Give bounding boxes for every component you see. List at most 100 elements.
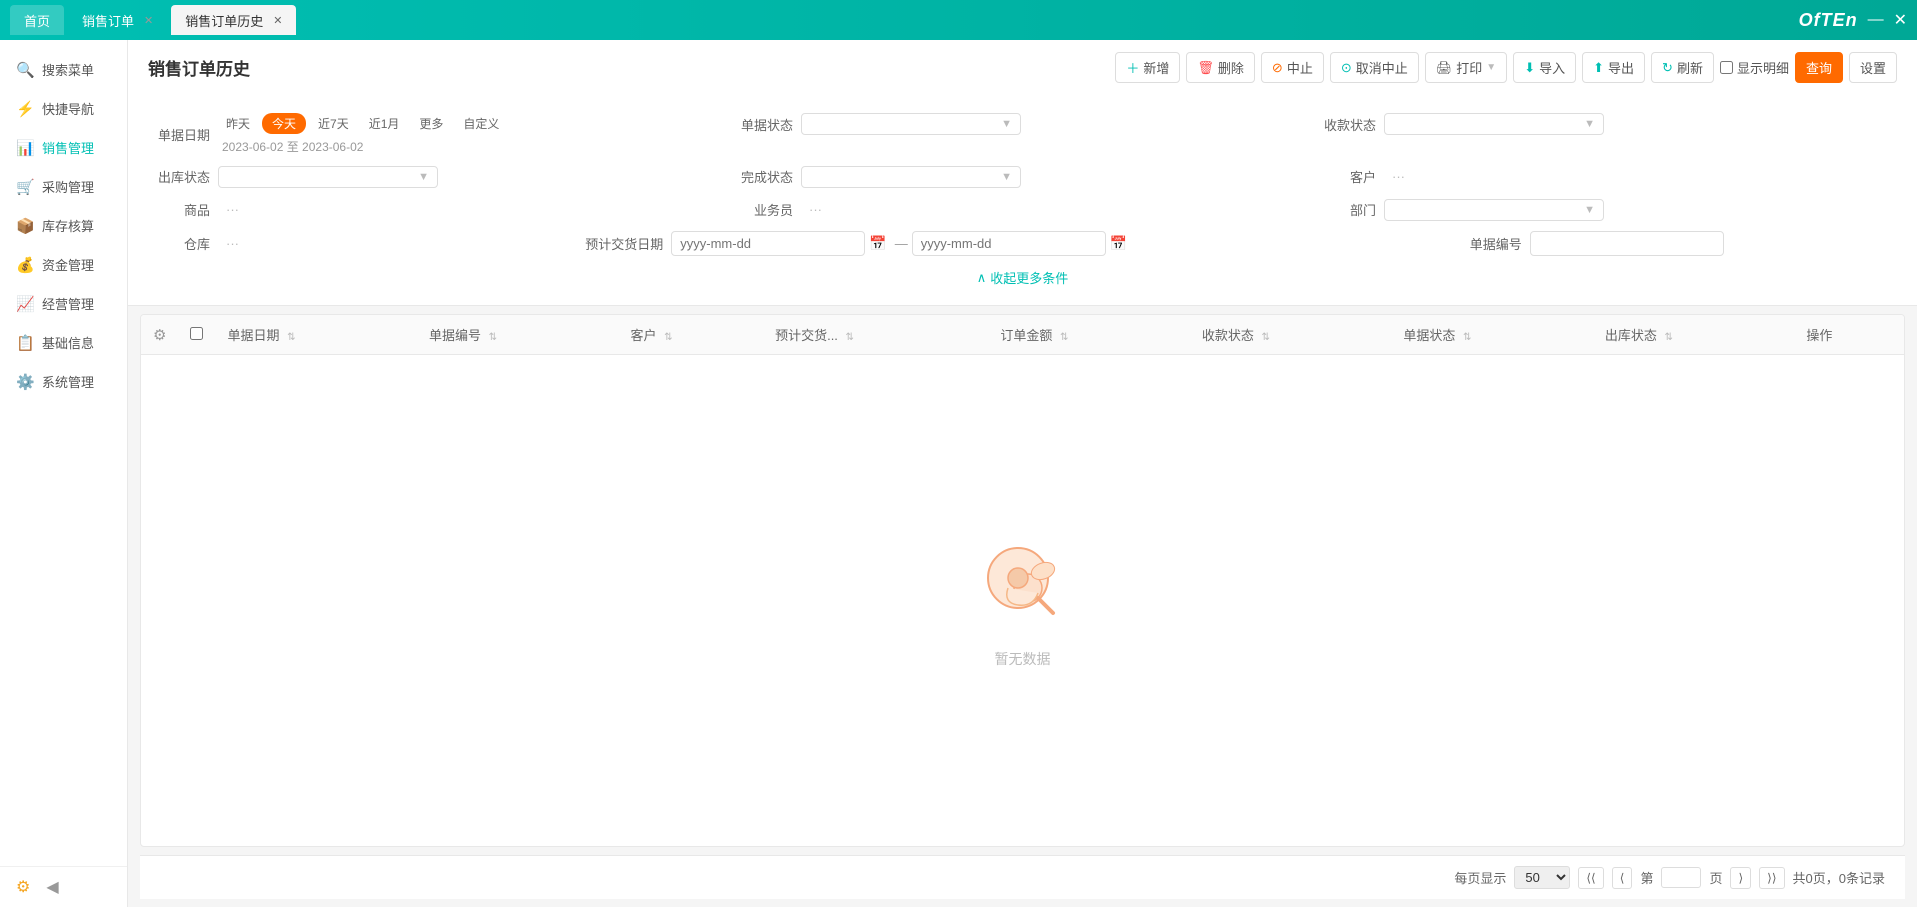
content-area: 销售订单历史 ＋ 新增 🗑 删除 ⊘ 中止 ⊙ (128, 40, 1917, 907)
sidebar-settings-icon[interactable]: ⚙ (16, 877, 30, 897)
tab-sales-order-close[interactable]: ✕ (144, 14, 153, 27)
out-status-select[interactable]: ▼ (218, 166, 438, 188)
window-close-btn[interactable]: ✕ (1894, 10, 1907, 30)
window-minimize-btn[interactable]: — (1868, 11, 1884, 29)
out-status-arrow: ▼ (418, 171, 429, 183)
sort-customer-icon[interactable]: ⇅ (664, 332, 672, 343)
th-customer: 客户 ⇅ (618, 315, 763, 355)
warehouse-more-btn[interactable]: ··· (218, 232, 247, 255)
sidebar-collapse-icon[interactable]: ◀ (46, 877, 58, 897)
sort-bill-icon[interactable]: ⇅ (1463, 332, 1471, 343)
display-toggle[interactable]: 显示明细 (1720, 58, 1789, 77)
th-no: 单据编号 ⇅ (417, 315, 619, 355)
bill-no-input[interactable] (1530, 231, 1724, 256)
sort-amount-icon[interactable]: ⇅ (1060, 332, 1068, 343)
sidebar-item-quick-nav[interactable]: ⚡ 快捷导航 (0, 89, 127, 128)
sort-date-icon[interactable]: ⇅ (287, 332, 295, 343)
tab-home-label: 首页 (24, 11, 50, 30)
sidebar-item-base[interactable]: 📋 基础信息 (0, 323, 127, 362)
table-settings-icon[interactable]: ⚙ (153, 327, 166, 344)
page-title-row: 销售订单历史 ＋ 新增 🗑 删除 ⊘ 中止 ⊙ (128, 40, 1917, 91)
bill-status-select[interactable]: ▼ (801, 113, 1021, 135)
sort-out-icon[interactable]: ⇅ (1665, 332, 1673, 343)
refresh-btn[interactable]: ↻ 刷新 (1651, 52, 1714, 83)
delivery-date-start[interactable] (671, 231, 865, 256)
filter-complete-status-cell: 完成状态 ▼ (731, 166, 1314, 188)
filter-goods-cell: 商品 ··· (148, 198, 731, 221)
print-btn[interactable]: 🖨 打印 ▼ (1425, 52, 1507, 83)
delivery-date-end[interactable] (912, 231, 1106, 256)
th-customer-label: 客户 (630, 328, 656, 343)
tab-sales-order-history[interactable]: 销售订单历史 ✕ (171, 5, 296, 35)
date-btn-more[interactable]: 更多 (411, 113, 451, 134)
display-toggle-checkbox[interactable] (1720, 61, 1733, 74)
th-bill: 单据状态 ⇅ (1391, 315, 1593, 355)
import-btn[interactable]: ⬇ 导入 (1513, 52, 1576, 83)
select-all-checkbox[interactable] (190, 327, 203, 340)
th-no-label: 单据编号 (429, 328, 481, 343)
sidebar-item-base-label: 基础信息 (42, 333, 94, 352)
sort-receipt-icon[interactable]: ⇅ (1261, 332, 1269, 343)
sidebar-item-inventory[interactable]: 📦 库存核算 (0, 206, 127, 245)
sort-no-icon[interactable]: ⇅ (489, 332, 497, 343)
collapse-bar[interactable]: ∧ 收起更多条件 (148, 262, 1897, 295)
sort-delivery-icon[interactable]: ⇅ (846, 332, 854, 343)
th-settings: ⚙ (141, 315, 178, 355)
date-btn-custom[interactable]: 自定义 (455, 113, 507, 134)
filter-out-status-cell: 出库状态 ▼ (148, 166, 731, 188)
complete-status-select[interactable]: ▼ (801, 166, 1021, 188)
date-picker-group: 昨天 今天 近7天 近1月 更多 自定义 2023-06-02 至 2023-0… (218, 113, 507, 155)
customer-more-btn[interactable]: ··· (1384, 165, 1413, 188)
sidebar: 🔍 搜索菜单 ⚡ 快捷导航 📊 销售管理 🛒 采购管理 📦 库存核算 💰 资金管… (0, 40, 128, 907)
goods-more-btn[interactable]: ··· (218, 198, 247, 221)
tab-home[interactable]: 首页 (10, 5, 64, 35)
sidebar-item-finance[interactable]: 💰 资金管理 (0, 245, 127, 284)
department-select[interactable]: ▼ (1384, 199, 1604, 221)
tab-sales-order-history-close[interactable]: ✕ (273, 14, 282, 27)
salesperson-label: 业务员 (731, 200, 801, 219)
print-icon: 🖨 (1436, 60, 1453, 76)
calendar-end-icon[interactable]: 📅 (1106, 235, 1131, 252)
date-btn-7days[interactable]: 近7天 (310, 113, 357, 134)
tab-sales-order[interactable]: 销售订单 ✕ (68, 5, 167, 35)
filter-row-2: 出库状态 ▼ 完成状态 ▼ 客户 (148, 165, 1897, 188)
current-page-input[interactable]: 1 (1661, 867, 1701, 888)
th-action: 操作 (1794, 315, 1904, 355)
th-receipt-label: 收款状态 (1202, 328, 1254, 343)
stop-btn[interactable]: ⊘ 中止 (1261, 52, 1324, 83)
new-btn[interactable]: ＋ 新增 (1115, 52, 1180, 83)
cancel-stop-icon: ⊙ (1341, 60, 1352, 76)
empty-illustration (973, 533, 1073, 633)
last-page-btn[interactable]: ⟩⟩ (1759, 867, 1784, 889)
date-options-row: 昨天 今天 近7天 近1月 更多 自定义 (218, 113, 507, 134)
cancel-stop-btn[interactable]: ⊙ 取消中止 (1330, 52, 1419, 83)
bill-status-label: 单据状态 (731, 115, 801, 134)
salesperson-more-btn[interactable]: ··· (801, 198, 830, 221)
date-btn-1month[interactable]: 近1月 (361, 113, 408, 134)
prev-page-btn[interactable]: ⟨ (1612, 867, 1633, 889)
system-icon: ⚙️ (16, 373, 34, 391)
page-size-select[interactable]: 50 100 200 (1514, 866, 1570, 889)
delete-btn[interactable]: 🗑 删除 (1186, 52, 1255, 83)
first-page-btn[interactable]: ⟨⟨ (1578, 867, 1603, 889)
stop-label: 中止 (1287, 58, 1313, 77)
sidebar-item-purchase[interactable]: 🛒 采购管理 (0, 167, 127, 206)
calendar-start-icon[interactable]: 📅 (865, 235, 890, 252)
sidebar-item-sales[interactable]: 📊 销售管理 (0, 128, 127, 167)
export-btn[interactable]: ⬆ 导出 (1582, 52, 1645, 83)
receipt-status-select[interactable]: ▼ (1384, 113, 1604, 135)
complete-status-arrow: ▼ (1001, 171, 1012, 183)
sidebar-item-inventory-label: 库存核算 (42, 216, 94, 235)
next-page-btn[interactable]: ⟩ (1730, 867, 1751, 889)
sidebar-bottom: ⚙ ◀ (0, 866, 127, 907)
date-btn-yesterday[interactable]: 昨天 (218, 113, 258, 134)
goods-label: 商品 (148, 200, 218, 219)
sidebar-item-system[interactable]: ⚙️ 系统管理 (0, 362, 127, 401)
customer-label: 客户 (1314, 167, 1384, 186)
query-btn[interactable]: 查询 (1795, 52, 1843, 83)
sidebar-item-search-menu[interactable]: 🔍 搜索菜单 (0, 50, 127, 89)
filter-section: 单据日期 昨天 今天 近7天 近1月 更多 自定义 2023-06-02 至 2… (128, 103, 1917, 305)
date-btn-today[interactable]: 今天 (262, 113, 306, 134)
settings-btn[interactable]: 设置 (1849, 52, 1897, 83)
sidebar-item-operation[interactable]: 📈 经营管理 (0, 284, 127, 323)
